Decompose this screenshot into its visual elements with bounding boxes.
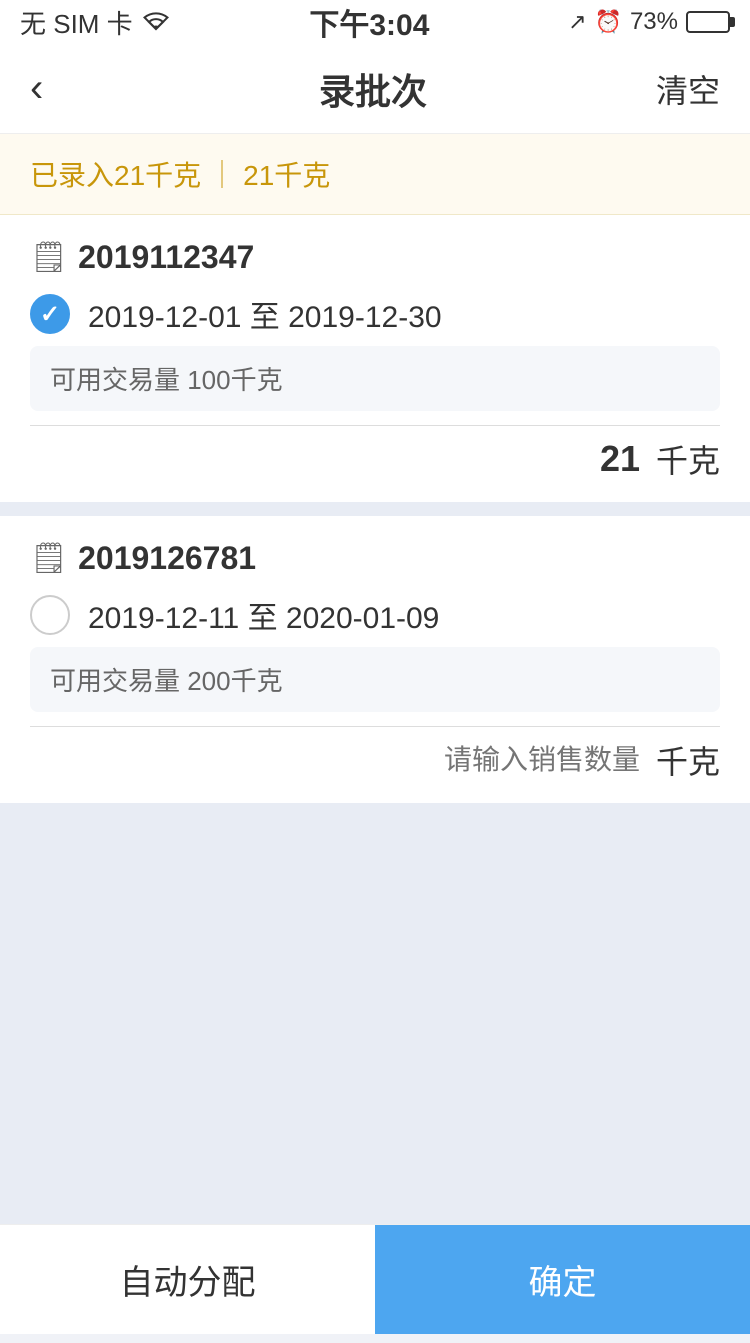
quantity-input-0[interactable] <box>520 438 640 480</box>
batch-date-row-0[interactable]: ✓ 2019-12-01 至 2019-12-30 <box>0 286 750 346</box>
card-separator <box>0 502 750 516</box>
wifi-icon <box>141 11 171 33</box>
bottom-space <box>0 803 750 1233</box>
batch-date-0: 2019-12-01 至 2019-12-30 <box>88 292 442 336</box>
quantity-unit-1: 千克 <box>656 737 720 783</box>
status-carrier: 无 SIM 卡 <box>20 4 171 41</box>
summary-bar: 已录入21千克 21千克 <box>0 134 750 215</box>
carrier-text: 无 SIM 卡 <box>20 4 133 41</box>
batch-quantity-row-1: 千克 <box>0 727 750 803</box>
batch-doc-icon-0: 🗒 <box>30 240 68 275</box>
clear-button[interactable]: 清空 <box>656 66 720 112</box>
battery-percent: 73% <box>630 8 678 36</box>
status-right-icons: ↗ ⏰ 73% <box>568 8 730 36</box>
auto-distribute-label: 自动分配 <box>120 1255 256 1304</box>
page-content: 已录入21千克 21千克 🗒 2019112347 ✓ 2019-12-01 至… <box>0 134 750 1343</box>
batch-id-0: 2019112347 <box>78 239 254 276</box>
batch-id-1: 2019126781 <box>78 540 256 577</box>
status-time: 下午3:04 <box>309 0 429 44</box>
batch-available-0: 可用交易量 100千克 <box>30 346 720 411</box>
back-button[interactable]: ‹ <box>30 66 90 111</box>
page-title: 录批次 <box>319 63 427 115</box>
batch-quantity-row-0: 千克 <box>0 426 750 502</box>
batch-card-0: 🗒 2019112347 ✓ 2019-12-01 至 2019-12-30 可… <box>0 215 750 502</box>
summary-divider <box>221 160 223 188</box>
batch-available-1: 可用交易量 200千克 <box>30 647 720 712</box>
batch-doc-icon-1: 🗒 <box>30 541 68 576</box>
confirm-button[interactable]: 确定 <box>375 1225 750 1334</box>
footer: 自动分配 确定 <box>0 1224 750 1334</box>
location-icon: ↗ <box>568 9 586 35</box>
status-bar: 无 SIM 卡 下午3:04 ↗ ⏰ 73% <box>0 0 750 44</box>
batch-header-0: 🗒 2019112347 <box>0 215 750 286</box>
batch-card-1: 🗒 2019126781 2019-12-11 至 2020-01-09 可用交… <box>0 516 750 803</box>
auto-distribute-button[interactable]: 自动分配 <box>0 1225 375 1334</box>
batch-date-1: 2019-12-11 至 2020-01-09 <box>88 593 439 637</box>
batch-date-row-1[interactable]: 2019-12-11 至 2020-01-09 <box>0 587 750 647</box>
confirm-label: 确定 <box>529 1255 597 1304</box>
battery-icon <box>686 11 730 33</box>
quantity-unit-0: 千克 <box>656 436 720 482</box>
batch-radio-1[interactable] <box>30 595 70 635</box>
quantity-input-1[interactable] <box>400 744 640 776</box>
batch-header-1: 🗒 2019126781 <box>0 516 750 587</box>
nav-bar: ‹ 录批次 清空 <box>0 44 750 134</box>
batch-radio-0[interactable]: ✓ <box>30 294 70 334</box>
summary-total: 21千克 <box>243 154 330 194</box>
summary-recorded: 已录入21千克 <box>30 154 201 194</box>
alarm-icon: ⏰ <box>595 9 622 35</box>
radio-check-0: ✓ <box>40 300 60 329</box>
